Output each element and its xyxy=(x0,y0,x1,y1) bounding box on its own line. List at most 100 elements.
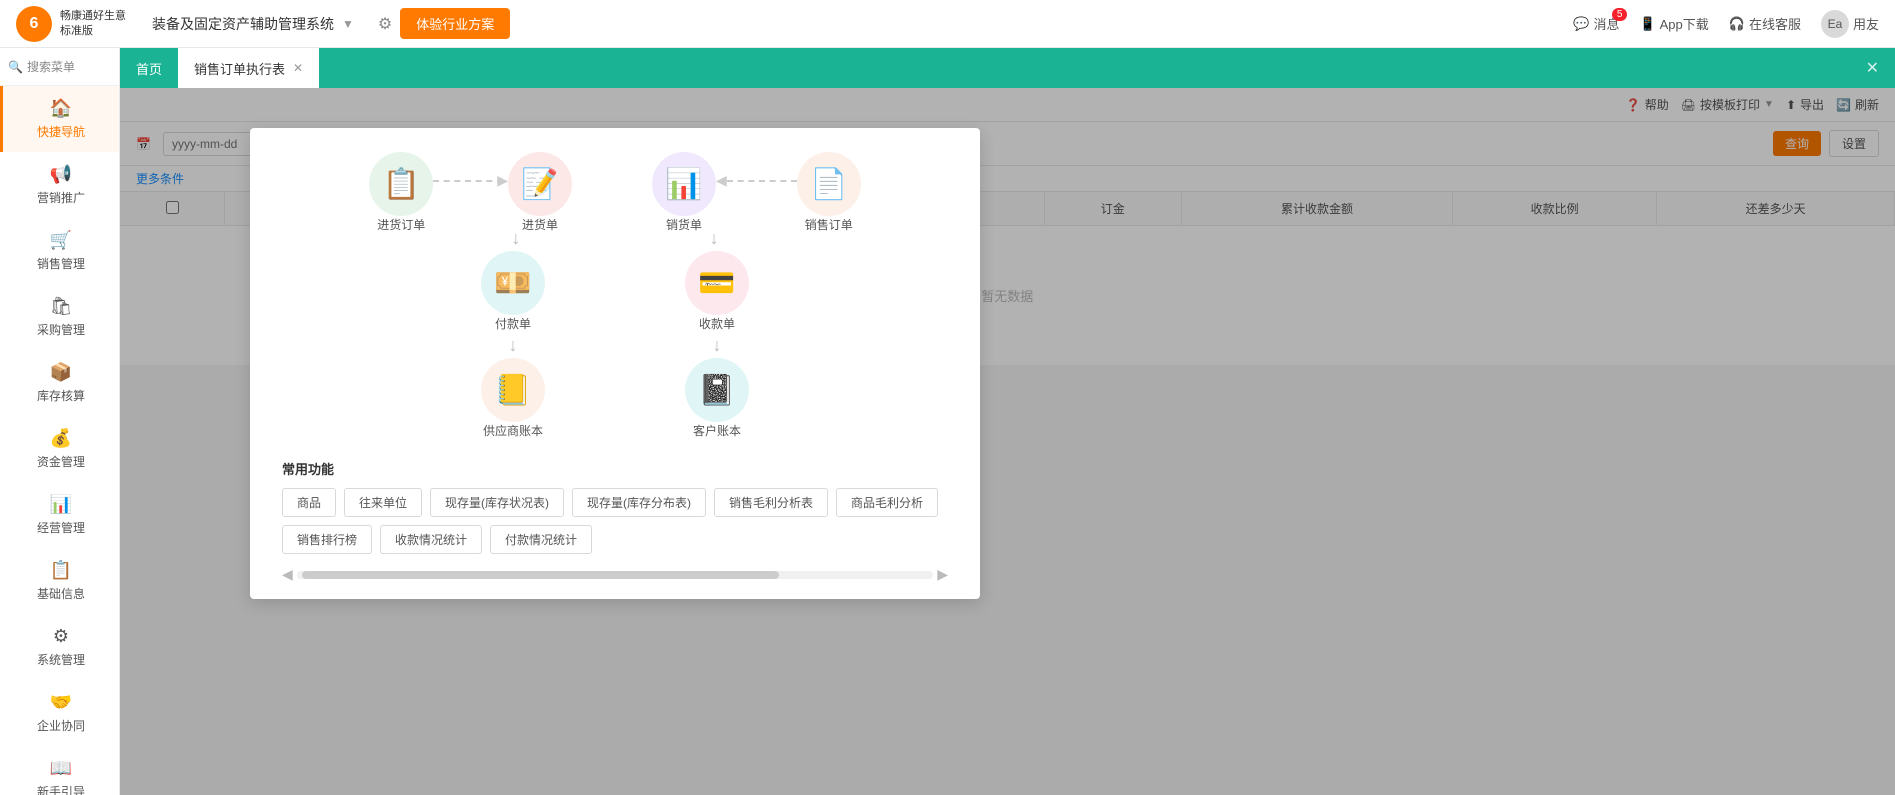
scroll-left-btn[interactable]: ◀ xyxy=(282,566,293,583)
sales-order-circle[interactable]: 📄 xyxy=(797,152,861,216)
quick-guide-icon: 🏠 xyxy=(50,98,72,119)
top-header: 6 畅康通好生意 标准版 装备及固定资产辅助管理系统 ▼ ⚙ 体验行业方案 💬 … xyxy=(0,0,1895,48)
logo-icon: 6 xyxy=(16,6,52,42)
online-service-item[interactable]: 🎧 在线客服 xyxy=(1729,14,1801,33)
common-functions: 常用功能 商品 往来单位 现存量(库存状况表) 现存量(库存分布表) 销售毛利分… xyxy=(282,459,948,554)
message-icon: 💬 xyxy=(1573,16,1589,32)
flow-row-2: 💴 付款单 💳 收款单 xyxy=(282,251,948,332)
scroll-thumb xyxy=(302,571,779,579)
sidebar-item-basic-info[interactable]: 📋 基础信息 xyxy=(0,548,119,614)
settings-icon[interactable]: ⚙ xyxy=(378,14,392,34)
marketing-icon: 📢 xyxy=(50,164,72,185)
content-area: 首页 销售订单执行表 ✕ ✕ ❓ 帮助 🖨 按模板打印 xyxy=(120,48,1895,795)
header-title-area: 装备及固定资产辅助管理系统 ▼ ⚙ 体验行业方案 xyxy=(136,8,1573,39)
scroll-track xyxy=(297,571,933,579)
search-icon: 🔍 xyxy=(8,60,23,74)
inventory-icon: 📦 xyxy=(50,362,72,383)
system-dropdown-btn[interactable]: ▼ xyxy=(342,17,354,31)
newbie-icon: 📖 xyxy=(50,758,72,779)
purchase-icon: 🛍 xyxy=(50,296,73,317)
sidebar-item-quick-guide[interactable]: 🏠 快捷导航 xyxy=(0,86,119,152)
tab-home[interactable]: 首页 xyxy=(120,48,178,88)
down-arrow-sales-bill: ↓ xyxy=(682,229,746,247)
sidebar-search[interactable]: 🔍 搜索菜单 xyxy=(0,48,119,86)
tab-bar-close-btn[interactable]: ✕ xyxy=(1850,58,1895,78)
sidebar-item-enterprise[interactable]: 🤝 企业协同 xyxy=(0,680,119,746)
receipt-circle[interactable]: 💳 xyxy=(685,251,749,315)
func-btn-stock-status[interactable]: 现存量(库存状况表) xyxy=(430,488,564,517)
sidebar-item-system[interactable]: ⚙ 系统管理 xyxy=(0,614,119,680)
avatar: Ea xyxy=(1821,10,1849,38)
sidebar-item-finance[interactable]: 💰 资金管理 xyxy=(0,416,119,482)
customer-ledger-circle[interactable]: 📓 xyxy=(685,358,749,422)
supplier-ledger-circle[interactable]: 📒 xyxy=(481,358,545,422)
func-btn-product[interactable]: 商品 xyxy=(282,488,336,517)
func-btn-sales-profit[interactable]: 销售毛利分析表 xyxy=(714,488,828,517)
overlay: 📋 进货订单 ▶ 📝 xyxy=(120,88,1895,795)
sidebar-item-newbie[interactable]: 📖 新手引导 xyxy=(0,746,119,795)
app-icon: 📱 xyxy=(1639,16,1655,32)
purchase-order-circle[interactable]: 📋 xyxy=(369,152,433,216)
flow-row-1: 📋 进货订单 ▶ 📝 xyxy=(282,152,948,233)
func-btn-product-profit[interactable]: 商品毛利分析 xyxy=(836,488,938,517)
scroll-right-btn[interactable]: ▶ xyxy=(937,566,948,583)
receipt-label: 收款单 xyxy=(699,315,735,332)
down-arrows-row2: ↓ ↓ xyxy=(282,336,948,354)
header-settings: ⚙ xyxy=(378,14,392,34)
main-layout: 🔍 搜索菜单 🏠 快捷导航 📢 营销推广 🛒 销售管理 🛍 采购管理 📦 库存核… xyxy=(0,48,1895,795)
func-btn-payment-stats[interactable]: 付款情况统计 xyxy=(490,525,592,554)
logo-text: 畅康通好生意 标准版 xyxy=(60,9,126,38)
supplier-ledger-label: 供应商账本 xyxy=(483,422,543,439)
tab-sales-order-exec[interactable]: 销售订单执行表 ✕ xyxy=(178,48,319,88)
down-arrow-purchase: ↓ xyxy=(484,229,548,247)
payment-circle[interactable]: 💴 xyxy=(481,251,545,315)
flow-node-payment: 💴 付款单 xyxy=(481,251,545,332)
sales-icon: 🛒 xyxy=(50,230,72,251)
message-item[interactable]: 💬 消息 5 xyxy=(1573,14,1619,33)
customer-ledger-label: 客户账本 xyxy=(693,422,741,439)
logo-area: 6 畅康通好生意 标准版 xyxy=(16,6,136,42)
sales-bill-circle[interactable]: 📊 xyxy=(652,152,716,216)
system-title: 装备及固定资产辅助管理系统 xyxy=(152,14,334,34)
experience-btn[interactable]: 体验行业方案 xyxy=(400,8,510,39)
func-buttons-row1: 商品 往来单位 现存量(库存状况表) 现存量(库存分布表) 销售毛利分析表 商品… xyxy=(282,488,948,517)
app-download-item[interactable]: 📱 App下载 xyxy=(1639,14,1708,33)
down-arrow-payment: ↓ xyxy=(481,336,545,354)
scroll-area: ◀ ▶ xyxy=(282,566,948,583)
tab-close-btn[interactable]: ✕ xyxy=(293,61,303,75)
basic-info-icon: 📋 xyxy=(50,560,72,581)
sidebar: 🔍 搜索菜单 🏠 快捷导航 📢 营销推广 🛒 销售管理 🛍 采购管理 📦 库存核… xyxy=(0,48,120,795)
operations-icon: 📊 xyxy=(50,494,72,515)
sidebar-item-marketing[interactable]: 📢 营销推广 xyxy=(0,152,119,218)
sidebar-item-operations[interactable]: 📊 经营管理 xyxy=(0,482,119,548)
func-buttons-row2: 销售排行榜 收款情况统计 付款情况统计 xyxy=(282,525,948,554)
sidebar-item-inventory[interactable]: 📦 库存核算 xyxy=(0,350,119,416)
enterprise-icon: 🤝 xyxy=(50,692,72,713)
down-arrow-receipt: ↓ xyxy=(685,336,749,354)
sidebar-item-sales[interactable]: 🛒 销售管理 xyxy=(0,218,119,284)
flow-node-supplier-ledger: 📒 供应商账本 xyxy=(481,358,545,439)
service-icon: 🎧 xyxy=(1729,16,1745,32)
quick-guide-popup: 📋 进货订单 ▶ 📝 xyxy=(250,128,980,599)
func-btn-sales-rank[interactable]: 销售排行榜 xyxy=(282,525,372,554)
flow-node-purchase-bill: 📝 进货单 xyxy=(508,152,572,233)
common-title: 常用功能 xyxy=(282,459,948,478)
page-content: ❓ 帮助 🖨 按模板打印 ▼ ⬆ 导出 🔄 刷新 xyxy=(120,88,1895,795)
system-icon: ⚙ xyxy=(53,626,69,647)
purchase-bill-circle[interactable]: 📝 xyxy=(508,152,572,216)
sidebar-item-purchase[interactable]: 🛍 采购管理 xyxy=(0,284,119,350)
flow-node-receipt: 💳 收款单 xyxy=(685,251,749,332)
payment-label: 付款单 xyxy=(495,315,531,332)
flow-node-sales-bill: 📊 销货单 xyxy=(652,152,716,233)
flow-node-purchase-order: 📋 进货订单 xyxy=(369,152,433,233)
func-btn-contacts[interactable]: 往来单位 xyxy=(344,488,422,517)
flow-row-3: 📒 供应商账本 📓 客户账本 xyxy=(282,358,948,439)
flow-node-sales-order: 📄 销售订单 xyxy=(797,152,861,233)
connector-2: ◀ xyxy=(716,172,797,213)
func-btn-stock-dist[interactable]: 现存量(库存分布表) xyxy=(572,488,706,517)
func-btn-receipt-stats[interactable]: 收款情况统计 xyxy=(380,525,482,554)
connector-1: ▶ xyxy=(433,172,508,213)
header-right: 💬 消息 5 📱 App下载 🎧 在线客服 Ea 用友 xyxy=(1573,10,1879,38)
message-badge: 5 xyxy=(1612,8,1628,21)
user-item[interactable]: Ea 用友 xyxy=(1821,10,1879,38)
